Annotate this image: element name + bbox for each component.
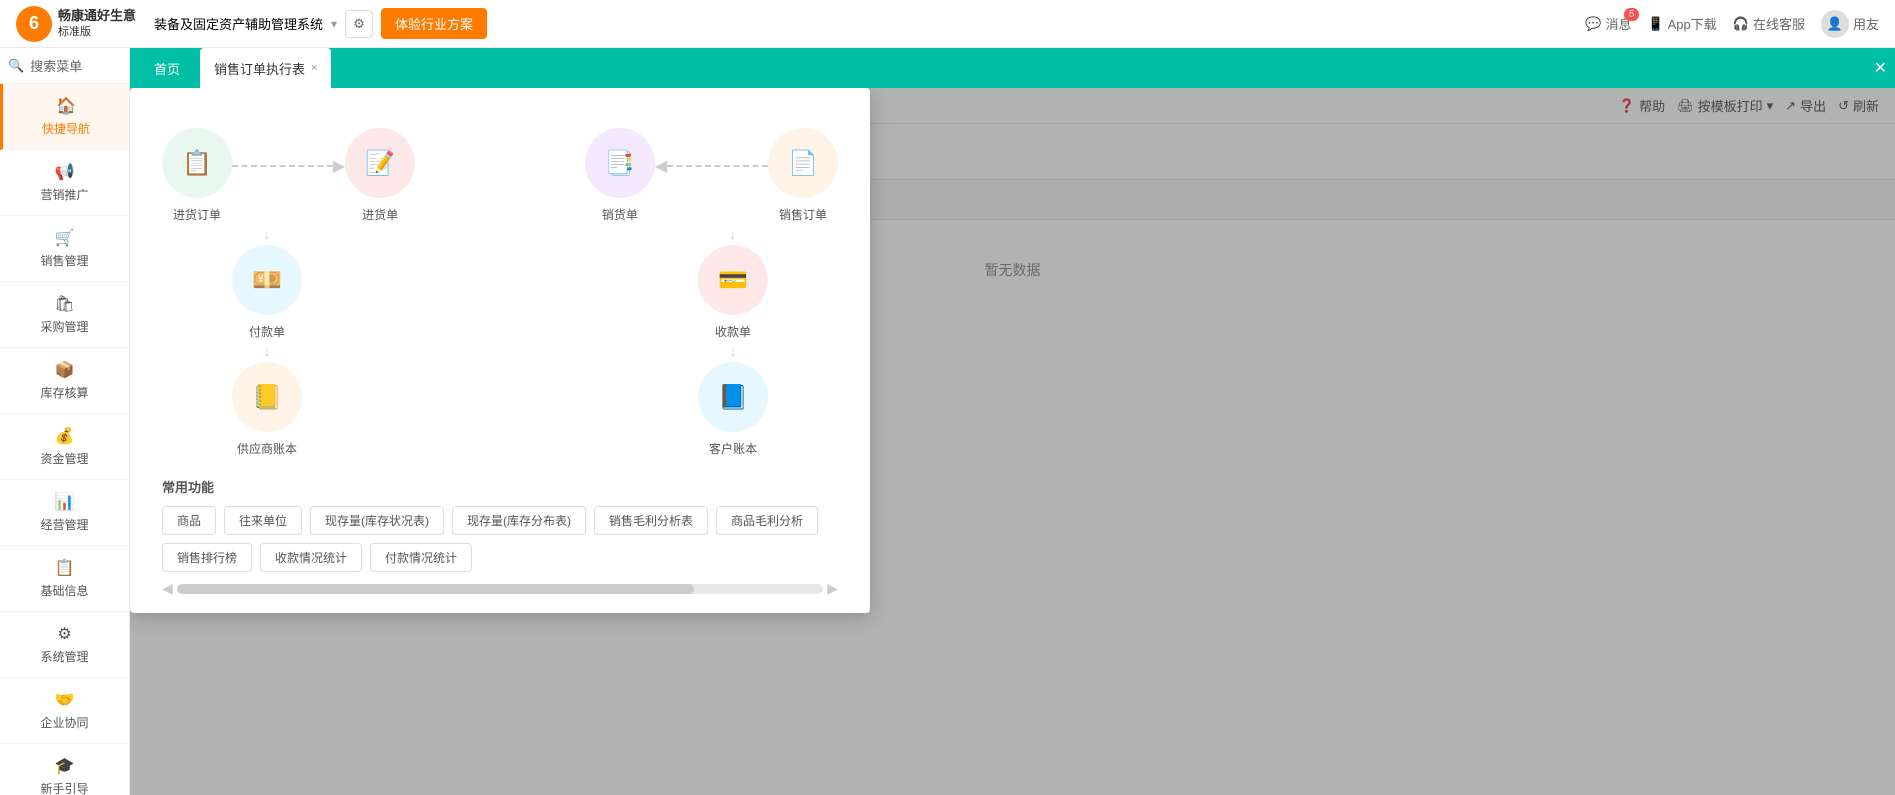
func-btn-payment-stats[interactable]: 付款情况统计 — [370, 543, 472, 572]
customer-ledger-icon: 📘 — [698, 362, 768, 432]
flow-node-purchase-receipt[interactable]: 📝 进货单 — [345, 128, 415, 223]
sidebar-item-quick-nav[interactable]: 🏠 快捷导航 — [0, 84, 129, 150]
gear-icon: ⚙ — [57, 624, 71, 644]
top-right-area: 💬 消息 5 📱 App下载 🎧 在线客服 👤 用友 — [1585, 10, 1879, 38]
sidebar-item-finance[interactable]: 💰 资金管理 — [0, 414, 129, 480]
clipboard-icon: 📋 — [55, 558, 75, 578]
sidebar-item-purchase[interactable]: 🛍 采购管理 — [0, 282, 129, 348]
sidebar-item-basic-info[interactable]: 📋 基础信息 — [0, 546, 129, 612]
headset-icon: 🎧 — [1733, 16, 1749, 32]
logo-text: 畅康通好生意 标准版 — [58, 8, 136, 39]
system-name: 装备及固定资产辅助管理系统 — [154, 14, 323, 33]
tab-home[interactable]: 首页 — [138, 48, 196, 88]
receipt-label: 收款单 — [715, 323, 751, 340]
func-btn-sales-ranking[interactable]: 销售排行榜 — [162, 543, 252, 572]
sidebar-item-newbie[interactable]: 🎓 新手引导 — [0, 744, 129, 795]
message-button[interactable]: 💬 消息 5 — [1585, 14, 1631, 33]
func-btn-contacts[interactable]: 往来单位 — [224, 506, 302, 535]
supplier-ledger-icon: 📒 — [232, 362, 302, 432]
user-avatar[interactable]: 👤 用友 — [1821, 10, 1879, 38]
scroll-thumb — [177, 584, 694, 594]
sales-receipt-icon: 📑 — [585, 128, 655, 198]
common-functions-title: 常用功能 — [162, 477, 838, 496]
purchase-order-label: 进货订单 — [173, 206, 221, 223]
sidebar-item-marketing[interactable]: 📢 营销推广 — [0, 150, 129, 216]
func-btn-stock-dist[interactable]: 现存量(库存分布表) — [452, 506, 586, 535]
supplier-ledger-label: 供应商账本 — [237, 440, 297, 457]
home-icon: 🏠 — [56, 96, 76, 116]
sales-order-icon: 📄 — [768, 128, 838, 198]
message-badge: 5 — [1624, 8, 1640, 21]
flow-node-supplier-ledger[interactable]: 📒 供应商账本 — [232, 362, 302, 457]
window-close-button[interactable]: ✕ — [1874, 58, 1887, 78]
popup-overlay: 📋 进货订单 ▶ — [130, 88, 1895, 795]
experience-button[interactable]: 体验行业方案 — [381, 8, 487, 39]
func-btn-receipt-stats[interactable]: 收款情况统计 — [260, 543, 362, 572]
chart-icon: 📊 — [55, 492, 75, 512]
func-btn-stock-status[interactable]: 现存量(库存状况表) — [310, 506, 444, 535]
arrow-down-payment: ↓ — [232, 227, 302, 241]
flow-node-sales-receipt[interactable]: 📑 销货单 — [585, 128, 655, 223]
sidebar-item-enterprise[interactable]: 🤝 企业协同 — [0, 678, 129, 744]
sidebar-item-sales[interactable]: 🛒 销售管理 — [0, 216, 129, 282]
phone-icon: 📱 — [1647, 16, 1663, 32]
logo-area: 6 畅康通好生意 标准版 — [16, 6, 146, 42]
func-buttons-row2: 销售排行榜 收款情况统计 付款情况统计 — [162, 543, 838, 572]
func-btn-product[interactable]: 商品 — [162, 506, 216, 535]
flow-node-sales-order[interactable]: 📄 销售订单 — [768, 128, 838, 223]
func-btn-product-gross[interactable]: 商品毛利分析 — [716, 506, 818, 535]
sidebar: 🔍 搜索菜单 🏠 快捷导航 📢 营销推广 🛒 销售管理 🛍 采购管理 📦 — [0, 48, 130, 795]
quick-nav-popup: 📋 进货订单 ▶ — [130, 88, 870, 613]
purchase-receipt-label: 进货单 — [362, 206, 398, 223]
arrow-down-receipt: ↓ — [698, 227, 768, 241]
sales-receipt-label: 销货单 — [602, 206, 638, 223]
search-menu-button[interactable]: 🔍 搜索菜单 — [0, 48, 129, 84]
avatar-icon: 👤 — [1821, 10, 1849, 38]
sidebar-item-operations[interactable]: 📊 经营管理 — [0, 480, 129, 546]
graduation-icon: 🎓 — [55, 756, 75, 776]
box-icon: 📦 — [55, 360, 75, 380]
online-service-button[interactable]: 🎧 在线客服 — [1733, 14, 1805, 33]
message-icon: 💬 — [1585, 16, 1601, 32]
flow-node-payment[interactable]: 💴 付款单 — [232, 245, 302, 340]
func-btn-sales-gross[interactable]: 销售毛利分析表 — [594, 506, 708, 535]
common-functions-section: 常用功能 商品 往来单位 现存量(库存状况表) 现存量(库存分布表) 销售毛利分… — [162, 477, 838, 572]
purchase-receipt-icon: 📝 — [345, 128, 415, 198]
tab-sales-order[interactable]: 销售订单执行表 × — [200, 48, 331, 88]
tab-bar: 首页 销售订单执行表 × ✕ — [130, 48, 1895, 88]
megaphone-icon: 📢 — [55, 162, 75, 182]
sidebar-item-system[interactable]: ⚙ 系统管理 — [0, 612, 129, 678]
flow-node-purchase-order[interactable]: 📋 进货订单 — [162, 128, 232, 223]
bag-icon: 🛍 — [54, 294, 74, 314]
arrow-down-customer: ↓ — [698, 344, 768, 358]
cart-icon: 🛒 — [55, 228, 75, 248]
scroll-right-button[interactable]: ▶ — [827, 580, 838, 597]
customer-ledger-label: 客户账本 — [709, 440, 757, 457]
money-icon: 💰 — [55, 426, 75, 446]
purchase-order-icon: 📋 — [162, 128, 232, 198]
handshake-icon: 🤝 — [55, 690, 75, 710]
system-title: 装备及固定资产辅助管理系统 ▾ — [154, 14, 337, 33]
main-content: ❓ 帮助 🖨 按模板打印 ▾ ↗ 导出 — [130, 88, 1895, 795]
search-icon: 🔍 — [8, 58, 24, 74]
payment-icon: 💴 — [232, 245, 302, 315]
settings-button[interactable]: ⚙ — [345, 10, 373, 38]
flow-node-customer-ledger[interactable]: 📘 客户账本 — [698, 362, 768, 457]
arrow-down-supplier: ↓ — [232, 344, 302, 358]
app-download-button[interactable]: 📱 App下载 — [1647, 14, 1716, 33]
flow-node-receipt[interactable]: 💳 收款单 — [698, 245, 768, 340]
scroll-left-button[interactable]: ◀ — [162, 580, 173, 597]
sales-order-label: 销售订单 — [779, 206, 827, 223]
content-area: 首页 销售订单执行表 × ✕ ❓ 帮助 — [130, 48, 1895, 795]
payment-label: 付款单 — [249, 323, 285, 340]
logo-icon: 6 — [16, 6, 52, 42]
system-dropdown-arrow[interactable]: ▾ — [331, 17, 337, 31]
tab-close-button[interactable]: × — [311, 62, 317, 74]
sidebar-item-inventory[interactable]: 📦 库存核算 — [0, 348, 129, 414]
func-buttons-row1: 商品 往来单位 现存量(库存状况表) 现存量(库存分布表) 销售毛利分析表 商品… — [162, 506, 838, 535]
receipt-icon: 💳 — [698, 245, 768, 315]
